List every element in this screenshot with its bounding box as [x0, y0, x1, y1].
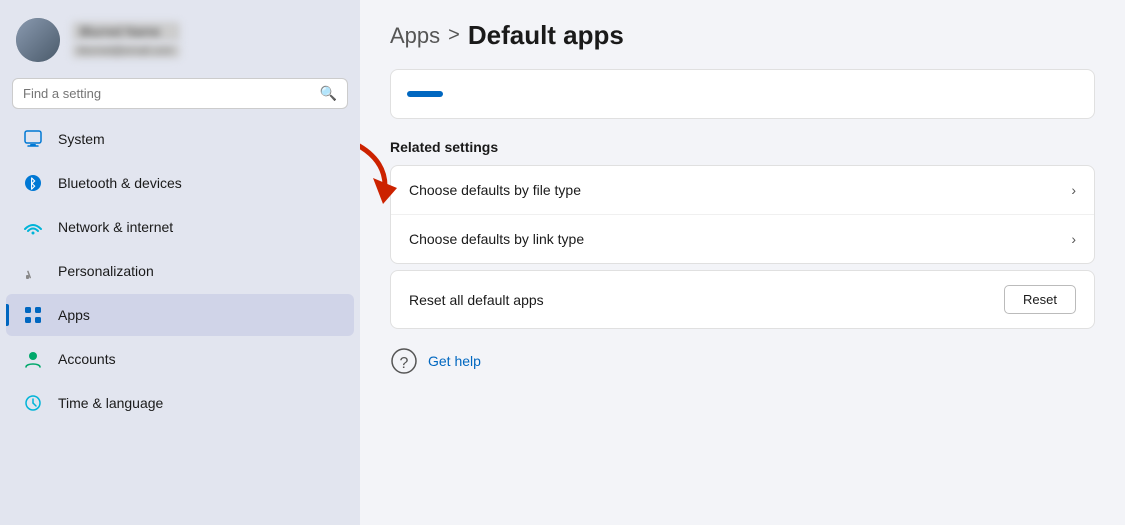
section-label-related: Related settings: [390, 139, 1095, 155]
link-type-label: Choose defaults by link type: [409, 231, 1071, 247]
file-type-row[interactable]: Choose defaults by file type ›: [391, 166, 1094, 215]
system-icon: [22, 128, 44, 150]
sidebar-item-accounts[interactable]: Accounts: [6, 338, 354, 380]
personalization-icon: [22, 260, 44, 282]
sidebar-item-network-label: Network & internet: [58, 219, 173, 235]
user-email: blurred@email.com: [72, 44, 180, 58]
sidebar-item-apps[interactable]: Apps: [6, 294, 354, 336]
link-type-row[interactable]: Choose defaults by link type ›: [391, 215, 1094, 263]
sidebar-item-accounts-label: Accounts: [58, 351, 116, 367]
top-card-blue-bar: [407, 91, 443, 97]
breadcrumb[interactable]: Apps: [390, 23, 440, 49]
sidebar-item-apps-label: Apps: [58, 307, 90, 323]
user-name: Blurred Name: [72, 22, 180, 41]
bluetooth-icon: ᛒ: [22, 172, 44, 194]
network-icon: [22, 216, 44, 238]
sidebar-item-time[interactable]: Time & language: [6, 382, 354, 424]
sidebar-item-bluetooth-label: Bluetooth & devices: [58, 175, 182, 191]
chevron-right-icon-2: ›: [1071, 231, 1076, 247]
page-header: Apps > Default apps: [390, 0, 1095, 69]
sidebar: Blurred Name blurred@email.com 🔍 System …: [0, 0, 360, 525]
sidebar-item-time-label: Time & language: [58, 395, 163, 411]
sidebar-item-bluetooth[interactable]: ᛒ Bluetooth & devices: [6, 162, 354, 204]
svg-text:ᛒ: ᛒ: [29, 176, 37, 191]
main-content: Apps > Default apps Related settings Cho…: [360, 0, 1125, 525]
top-card: [390, 69, 1095, 119]
search-icon: 🔍: [320, 85, 337, 102]
page-title: Default apps: [468, 20, 624, 51]
sidebar-item-network[interactable]: Network & internet: [6, 206, 354, 248]
breadcrumb-separator: >: [448, 24, 460, 47]
search-box[interactable]: 🔍: [12, 78, 348, 109]
sidebar-item-personalization-label: Personalization: [58, 263, 154, 279]
apps-icon: [22, 304, 44, 326]
avatar[interactable]: [16, 18, 60, 62]
search-container: 🔍: [0, 74, 360, 117]
sidebar-item-personalization[interactable]: Personalization: [6, 250, 354, 292]
svg-text:?: ?: [400, 355, 409, 372]
time-icon: [22, 392, 44, 414]
user-info: Blurred Name blurred@email.com: [72, 22, 180, 58]
accounts-icon: [22, 348, 44, 370]
reset-label: Reset all default apps: [409, 292, 1004, 308]
reset-card: Reset all default apps Reset: [390, 270, 1095, 329]
search-input[interactable]: [23, 86, 312, 101]
user-profile-section: Blurred Name blurred@email.com: [0, 0, 360, 74]
chevron-right-icon: ›: [1071, 182, 1076, 198]
get-help-row[interactable]: ? Get help: [390, 335, 1095, 375]
file-type-label: Choose defaults by file type: [409, 182, 1071, 198]
reset-row: Reset all default apps Reset: [391, 271, 1094, 328]
get-help-label: Get help: [428, 353, 481, 369]
reset-button[interactable]: Reset: [1004, 285, 1076, 314]
sidebar-item-system-label: System: [58, 131, 105, 147]
related-settings-card: Choose defaults by file type › Choose de…: [390, 165, 1095, 264]
sidebar-item-system[interactable]: System: [6, 118, 354, 160]
help-icon: ?: [390, 347, 418, 375]
